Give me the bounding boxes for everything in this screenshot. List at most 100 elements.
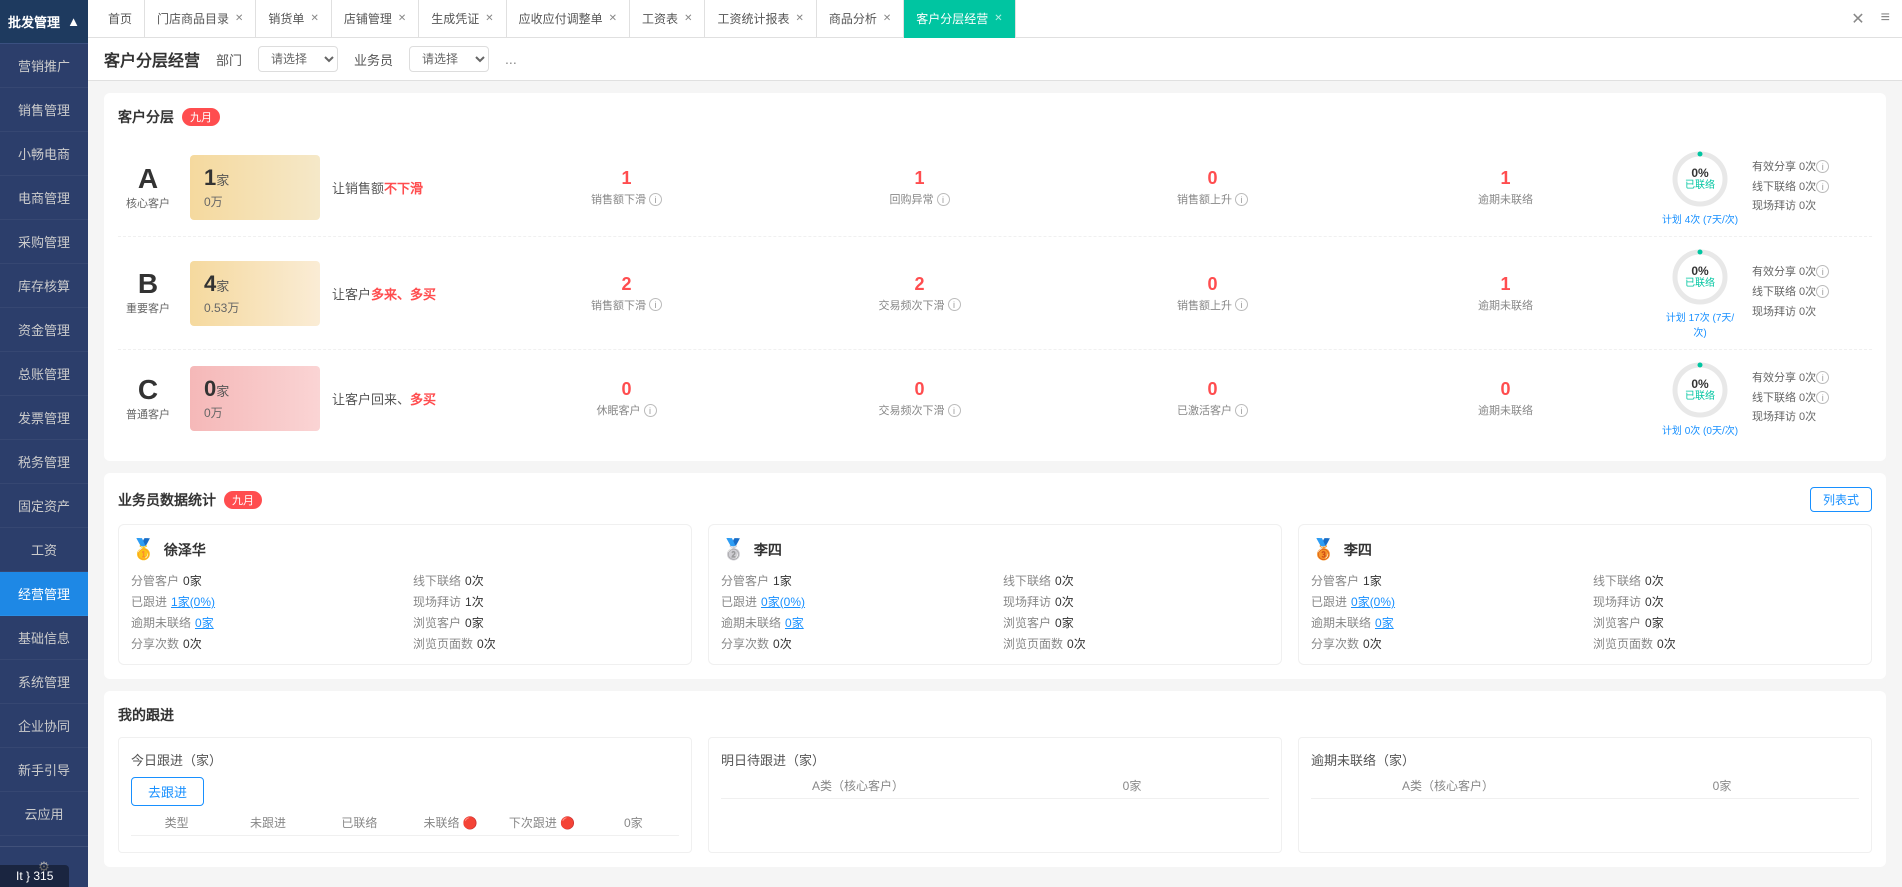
go-follow-button[interactable]: 去跟进 xyxy=(131,777,204,806)
tab-7[interactable]: 工资统计报表✕ xyxy=(705,0,816,38)
sidebar-item-7[interactable]: 总账管理 xyxy=(0,352,88,396)
tier-amount-2: 0万 xyxy=(204,404,306,421)
staff-stat-row-0-0: 分管客户0家 xyxy=(131,572,397,589)
action-info-icon-${ti}-${ai}[interactable]: i xyxy=(1816,265,1829,278)
staff-stat-label-1-7: 浏览页面数 xyxy=(1003,635,1063,652)
action-info-icon-${ti}-${ai}[interactable]: i xyxy=(1816,285,1829,298)
tab-bar: 首页门店商品目录✕销货单✕店铺管理✕生成凭证✕应收应付调整单✕工资表✕工资统计报… xyxy=(88,0,1902,38)
sidebar-item-13[interactable]: 基础信息 xyxy=(0,616,88,660)
sidebar-item-11[interactable]: 工资 xyxy=(0,528,88,572)
staff-header-0: 🥇徐泽华 xyxy=(131,537,679,562)
col-unfollowed: 未跟进 xyxy=(222,814,313,831)
info-icon[interactable]: i xyxy=(649,193,662,206)
sidebar-item-1[interactable]: 销售管理 xyxy=(0,88,88,132)
col-val-2: 0家 xyxy=(995,777,1269,794)
staff-stat-label-0-5: 浏览客户 xyxy=(413,614,461,631)
sidebar-item-0[interactable]: 营销推广 xyxy=(0,44,88,88)
tab-8[interactable]: 商品分析✕ xyxy=(817,0,904,38)
action-info-icon-${ti}-${ai}[interactable]: i xyxy=(1816,160,1829,173)
page-header: 客户分层经营 部门 请选择 业务员 请选择 ... xyxy=(88,38,1902,81)
tab-4[interactable]: 生成凭证✕ xyxy=(419,0,506,38)
tab-close-2[interactable]: ✕ xyxy=(310,13,318,24)
info-icon[interactable]: i xyxy=(937,193,950,206)
tab-close-1[interactable]: ✕ xyxy=(235,13,243,24)
sidebar-item-10[interactable]: 固定资产 xyxy=(0,484,88,528)
dept-select[interactable]: 请选择 xyxy=(258,46,338,72)
tab-2[interactable]: 销货单✕ xyxy=(256,0,331,38)
staff-stat-val-2-1: 0次 xyxy=(1645,572,1664,589)
info-icon[interactable]: i xyxy=(948,404,961,417)
staff-stat-val-0-2[interactable]: 1家(0%) xyxy=(171,593,215,610)
sidebar-item-6[interactable]: 资金管理 xyxy=(0,308,88,352)
staff-stat-row-1-7: 浏览页面数0次 xyxy=(1003,635,1269,652)
staff-stat-val-1-4[interactable]: 0家 xyxy=(785,614,804,631)
follow-section-header: 我的跟进 xyxy=(118,705,1872,725)
staff-stat-val-2-4[interactable]: 0家 xyxy=(1375,614,1394,631)
info-icon[interactable]: i xyxy=(1235,404,1248,417)
tab-close-8[interactable]: ✕ xyxy=(883,13,891,24)
tier-rows-container: A核心客户1家0万让销售额不下滑1销售额下滑i1回购异常i0销售额上升i1逾期未… xyxy=(118,139,1872,447)
tab-3[interactable]: 店铺管理✕ xyxy=(332,0,419,38)
sidebar-item-2[interactable]: 小畅电商 xyxy=(0,132,88,176)
info-icon[interactable]: i xyxy=(1235,193,1248,206)
stat-num-0-3: 1 xyxy=(1363,168,1648,189)
action-info-icon-${ti}-${ai}[interactable]: i xyxy=(1816,391,1829,404)
tab-label-0: 首页 xyxy=(108,10,132,27)
overdue-follow-label: 逾期未联络（家） xyxy=(1311,750,1859,769)
tier-actions-2: 有效分享 0次i线下联络 0次i现场拜访 0次 xyxy=(1752,369,1872,428)
stat-item-0-2: 0销售额上升i xyxy=(1070,168,1355,207)
sidebar-item-17[interactable]: 云应用 xyxy=(0,792,88,836)
sidebar-item-8[interactable]: 发票管理 xyxy=(0,396,88,440)
tab-5[interactable]: 应收应付调整单✕ xyxy=(507,0,630,38)
filter-more-button[interactable]: ... xyxy=(505,51,517,67)
action-info-icon-${ti}-${ai}[interactable]: i xyxy=(1816,180,1829,193)
stat-num-0-2: 0 xyxy=(1070,168,1355,189)
sidebar-item-5[interactable]: 库存核算 xyxy=(0,264,88,308)
circle-linked-0: 已联络 xyxy=(1685,180,1715,192)
staff-stat-val-2-2[interactable]: 0家(0%) xyxy=(1351,593,1395,610)
action-info-icon-${ti}-${ai}[interactable]: i xyxy=(1816,371,1829,384)
staff-stat-row-0-1: 线下联络0次 xyxy=(413,572,679,589)
info-icon[interactable]: i xyxy=(948,298,961,311)
tab-close-7[interactable]: ✕ xyxy=(795,13,803,24)
stat-label-2-0: 休眠客户i xyxy=(484,402,769,418)
staff-stat-val-0-0: 0家 xyxy=(183,572,202,589)
stat-label-2-1: 交易频次下滑i xyxy=(777,402,1062,418)
tab-close-5[interactable]: ✕ xyxy=(609,13,617,24)
staff-stats-1: 分管客户1家线下联络0次已跟进0家(0%)现场拜访0次逾期未联络0家浏览客户0家… xyxy=(721,572,1269,652)
tab-close-4[interactable]: ✕ xyxy=(485,13,493,24)
sidebar-item-9[interactable]: 税务管理 xyxy=(0,440,88,484)
tab-menu-button[interactable]: ≡ xyxy=(1877,7,1894,31)
staff-stat-row-2-1: 线下联络0次 xyxy=(1593,572,1859,589)
sidebar-item-3[interactable]: 电商管理 xyxy=(0,176,88,220)
tab-1[interactable]: 门店商品目录✕ xyxy=(145,0,256,38)
sidebar-item-12[interactable]: 经营管理 xyxy=(0,572,88,616)
tab-6[interactable]: 工资表✕ xyxy=(630,0,705,38)
tab-0[interactable]: 首页 xyxy=(96,0,145,38)
tab-close-6[interactable]: ✕ xyxy=(684,13,692,24)
staff-select[interactable]: 请选择 xyxy=(409,46,489,72)
sidebar-header[interactable]: 批发管理 ▲ xyxy=(0,0,88,44)
plan-text-2: 计划 0次 (0天/次) xyxy=(1662,426,1738,437)
sidebar-item-14[interactable]: 系统管理 xyxy=(0,660,88,704)
staff-stat-val-0-4[interactable]: 0家 xyxy=(195,614,214,631)
tier-suggestion-2: 让客户回来、多买 xyxy=(332,389,472,408)
tab-close-9[interactable]: ✕ xyxy=(994,13,1002,24)
staff-stat-val-1-2[interactable]: 0家(0%) xyxy=(761,593,805,610)
info-icon[interactable]: i xyxy=(1235,298,1248,311)
close-all-tabs-button[interactable]: ✕ xyxy=(1847,7,1868,31)
tier-suggestion-0: 让销售额不下滑 xyxy=(332,178,472,197)
col-plan: 下次跟进 🔴 xyxy=(496,814,587,831)
sidebar-item-16[interactable]: 新手引导 xyxy=(0,748,88,792)
stat-num-2-1: 0 xyxy=(777,379,1062,400)
sidebar-toggle-icon[interactable]: ▲ xyxy=(67,14,80,29)
info-icon[interactable]: i xyxy=(644,404,657,417)
staff-stat-row-1-1: 线下联络0次 xyxy=(1003,572,1269,589)
sidebar-item-15[interactable]: 企业协同 xyxy=(0,704,88,748)
tab-close-3[interactable]: ✕ xyxy=(398,13,406,24)
sidebar-item-4[interactable]: 采购管理 xyxy=(0,220,88,264)
info-icon[interactable]: i xyxy=(649,298,662,311)
tab-9[interactable]: 客户分层经营✕ xyxy=(904,0,1015,38)
staff-header-1: 🥈李四 xyxy=(721,537,1269,562)
list-view-button[interactable]: 列表式 xyxy=(1810,487,1872,512)
